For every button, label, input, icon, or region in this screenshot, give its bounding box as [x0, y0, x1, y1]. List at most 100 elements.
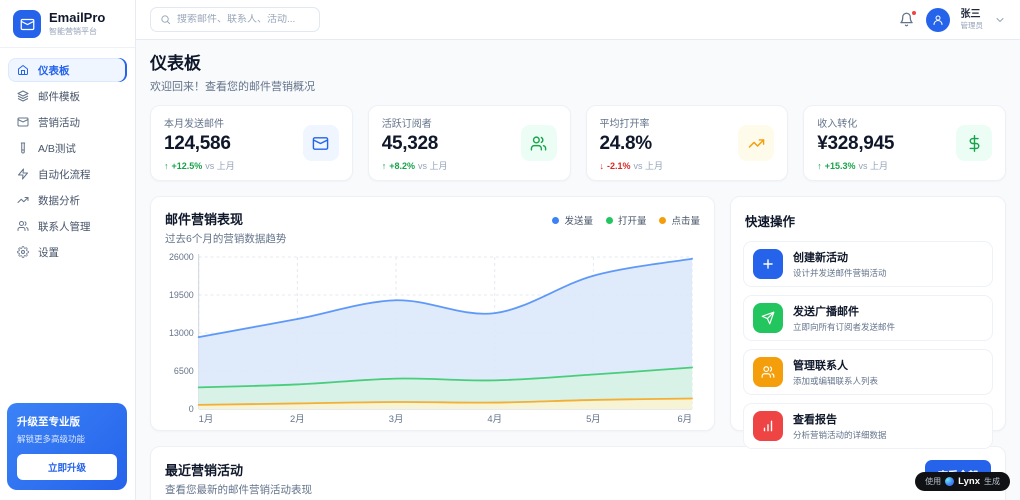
users-icon	[521, 125, 557, 161]
zap-icon	[17, 168, 29, 180]
legend-item-sent: 发送量	[552, 213, 593, 227]
action-desc: 立即向所有订阅者发送邮件	[793, 321, 895, 333]
stat-value: 24.8%	[600, 133, 664, 155]
sidebar-item-dashboard[interactable]: 仪表板	[8, 58, 127, 82]
gear-icon	[17, 246, 29, 258]
sidebar-item-label: 仪表板	[38, 63, 70, 78]
quick-actions-panel: 快速操作 创建新活动设计并发送邮件营销活动 发送广播邮件立即向所有订阅者发送邮件…	[730, 196, 1006, 431]
send-icon	[753, 303, 783, 333]
lynx-watermark-badge[interactable]: 使用 Lynx 生成	[915, 472, 1010, 491]
svg-text:19500: 19500	[169, 290, 194, 300]
stat-delta: ↓-2.1%vs 上月	[600, 159, 664, 172]
chart-legend: 发送量 打开量 点击量	[552, 213, 700, 227]
trending-up-icon	[17, 194, 29, 206]
mail-icon	[13, 10, 41, 38]
recent-campaigns-subtitle: 查看您最新的邮件营销活动表现	[165, 482, 312, 497]
stat-label: 平均打开率	[600, 115, 664, 130]
notification-dot	[911, 10, 917, 16]
upgrade-card: 升级至专业版 解锁更多高级功能 立即升级	[7, 403, 127, 490]
svg-text:0: 0	[189, 404, 194, 414]
bar-chart-icon	[753, 411, 783, 441]
svg-text:13000: 13000	[169, 328, 194, 338]
notifications-button[interactable]	[899, 12, 915, 28]
performance-chart-card: 邮件营销表现 过去6个月的营销数据趋势 发送量 打开量 点击量 26000195…	[150, 196, 715, 431]
badge-suffix: 生成	[984, 476, 1000, 487]
main-area: 张三 管理员 仪表板 欢迎回来！查看您的邮件营销概况 本月发送邮件 124,58…	[136, 0, 1020, 500]
action-manage-contacts[interactable]: 管理联系人添加或编辑联系人列表	[743, 349, 993, 395]
sidebar-item-label: 数据分析	[38, 193, 80, 208]
stat-label: 本月发送邮件	[164, 115, 235, 130]
chevron-down-icon[interactable]	[994, 14, 1006, 26]
svg-text:6月: 6月	[677, 414, 692, 425]
search-icon	[160, 14, 171, 25]
home-icon	[17, 64, 29, 76]
mail-icon	[303, 125, 339, 161]
action-desc: 设计并发送邮件营销活动	[793, 267, 887, 279]
sidebar-item-contacts[interactable]: 联系人管理	[8, 214, 127, 238]
sidebar-item-automation[interactable]: 自动化流程	[8, 162, 127, 186]
sidebar-item-label: 自动化流程	[38, 167, 91, 182]
sidebar-nav: 仪表板 邮件模板 营销活动 A/B测试 自动化流程 数据分析 联系人管理 设置	[0, 48, 135, 276]
users-icon	[17, 220, 29, 232]
app-window: EmailPro 智能营销平台 仪表板 邮件模板 营销活动 A/B测试 自动化流…	[0, 0, 1020, 500]
stat-value: ¥328,945	[817, 133, 894, 155]
dollar-icon	[956, 125, 992, 161]
stat-label: 活跃订阅者	[382, 115, 448, 130]
stat-card-emails-sent: 本月发送邮件 124,586 ↑+12.5%vs 上月	[150, 105, 353, 181]
action-title: 发送广播邮件	[793, 303, 895, 319]
sidebar-item-templates[interactable]: 邮件模板	[8, 84, 127, 108]
action-desc: 添加或编辑联系人列表	[793, 375, 878, 387]
stat-delta: ↑+12.5%vs 上月	[164, 159, 235, 172]
stat-card-revenue: 收入转化 ¥328,945 ↑+15.3%vs 上月	[803, 105, 1006, 181]
sidebar: EmailPro 智能营销平台 仪表板 邮件模板 营销活动 A/B测试 自动化流…	[0, 0, 136, 500]
sidebar-item-label: 联系人管理	[38, 219, 91, 234]
user-icon	[932, 14, 944, 26]
lynx-logo-icon	[945, 477, 954, 486]
page-title: 仪表板	[150, 49, 1006, 74]
stat-label: 收入转化	[817, 115, 894, 130]
plus-icon	[753, 249, 783, 279]
action-title: 查看报告	[793, 411, 887, 427]
test-tube-icon	[17, 142, 29, 154]
sidebar-item-analytics[interactable]: 数据分析	[8, 188, 127, 212]
action-title: 创建新活动	[793, 249, 887, 265]
brand-name: EmailPro	[49, 11, 105, 26]
svg-text:1月: 1月	[199, 414, 214, 425]
legend-dot	[606, 217, 613, 224]
user-role: 管理员	[961, 21, 984, 30]
action-desc: 分析营销活动的详细数据	[793, 429, 887, 441]
stat-card-subscribers: 活跃订阅者 45,328 ↑+8.2%vs 上月	[368, 105, 571, 181]
topbar: 张三 管理员	[136, 0, 1020, 40]
action-create-campaign[interactable]: 创建新活动设计并发送邮件营销活动	[743, 241, 993, 287]
sidebar-item-ab-test[interactable]: A/B测试	[8, 136, 127, 160]
sidebar-item-label: A/B测试	[38, 141, 76, 156]
svg-text:2月: 2月	[290, 414, 305, 425]
sidebar-item-label: 邮件模板	[38, 89, 80, 104]
brand-logo: EmailPro 智能营销平台	[0, 0, 135, 48]
action-view-reports[interactable]: 查看报告分析营销活动的详细数据	[743, 403, 993, 449]
avatar[interactable]	[926, 8, 950, 32]
layers-icon	[17, 90, 29, 102]
sidebar-item-label: 设置	[38, 245, 59, 260]
upgrade-button[interactable]: 立即升级	[17, 454, 117, 480]
chart-subtitle: 过去6个月的营销数据趋势	[165, 231, 286, 246]
search-input[interactable]	[177, 14, 310, 25]
badge-brand: Lynx	[958, 476, 980, 487]
sidebar-item-settings[interactable]: 设置	[8, 240, 127, 264]
svg-text:5月: 5月	[586, 414, 601, 425]
legend-dot	[659, 217, 666, 224]
sidebar-item-campaigns[interactable]: 营销活动	[8, 110, 127, 134]
stat-card-open-rate: 平均打开率 24.8% ↓-2.1%vs 上月	[586, 105, 789, 181]
legend-dot	[552, 217, 559, 224]
search-box[interactable]	[150, 7, 320, 32]
dashboard-content: 仪表板 欢迎回来！查看您的邮件营销概况 本月发送邮件 124,586 ↑+12.…	[136, 40, 1020, 500]
page-subtitle: 欢迎回来！查看您的邮件营销概况	[150, 78, 1006, 94]
upgrade-title: 升级至专业版	[17, 414, 117, 429]
svg-text:6500: 6500	[174, 366, 194, 376]
action-send-broadcast[interactable]: 发送广播邮件立即向所有订阅者发送邮件	[743, 295, 993, 341]
svg-text:4月: 4月	[487, 414, 502, 425]
chart-title: 邮件营销表现	[165, 209, 286, 228]
svg-text:3月: 3月	[389, 414, 404, 425]
legend-item-opens: 打开量	[606, 213, 647, 227]
stat-delta: ↑+15.3%vs 上月	[817, 159, 894, 172]
